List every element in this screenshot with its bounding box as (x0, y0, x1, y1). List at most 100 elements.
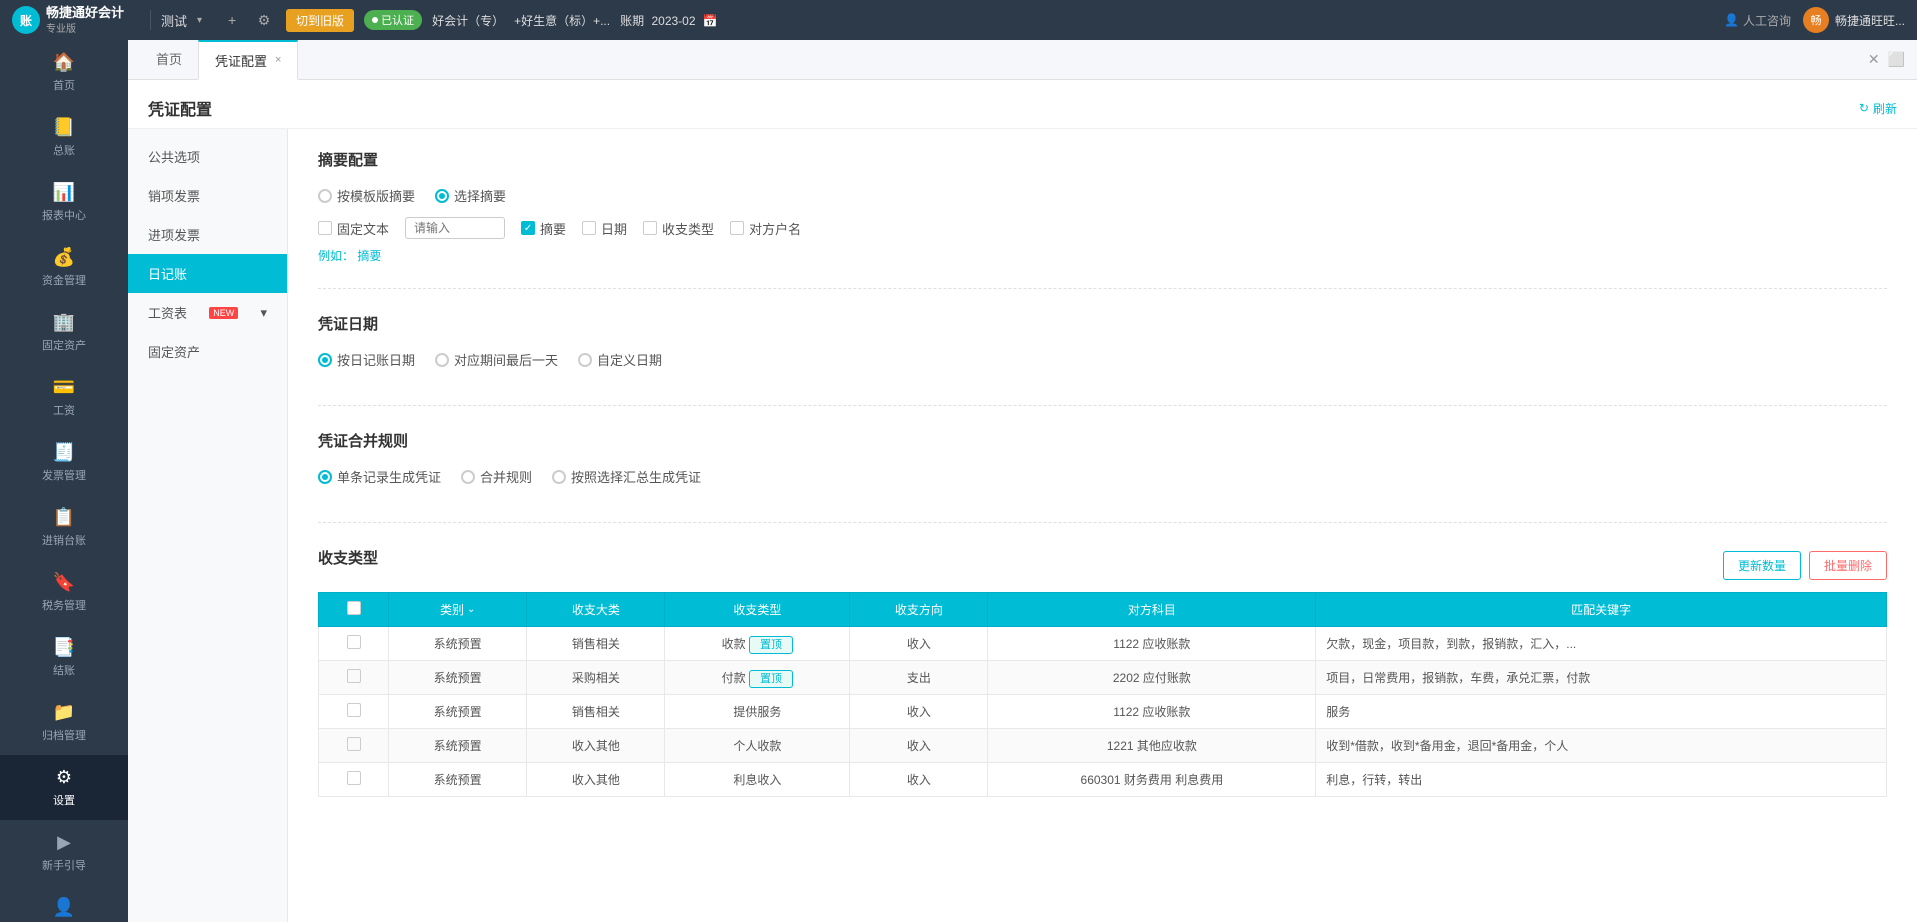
company-dropdown-icon[interactable]: ▾ (197, 15, 202, 26)
radio-merge_rule[interactable]: 合并规则 (461, 467, 532, 486)
period-calendar-icon[interactable]: 📅 (703, 14, 718, 28)
sidebar-item-finance[interactable]: 💰资金管理 (0, 235, 128, 300)
checkbox-summary[interactable]: ✓ 摘要 (521, 219, 566, 238)
left-nav-label-fixed_assets: 固定资产 (148, 342, 200, 361)
tab-bar-right: ✕ ⬜ (1868, 51, 1905, 68)
tab-voucher-config[interactable]: 凭证配置 × (198, 40, 298, 80)
badge-tag-1[interactable]: 置顶 (749, 670, 793, 688)
radio-circle-merge_rule (461, 470, 475, 484)
reports-icon: 📊 (53, 182, 75, 203)
sidebar-item-salary[interactable]: 💳工资 (0, 365, 128, 430)
sidebar-item-fixed_assets[interactable]: 🏢固定资产 (0, 300, 128, 365)
summary-radio-group: 按模板版摘要 选择摘要 (318, 186, 1887, 205)
add-button[interactable]: + (220, 8, 244, 32)
left-nav-label-purchase: 进项发票 (148, 225, 200, 244)
left-nav: 公共选项销项发票进项发票日记账工资表NEW▾ 固定资产 (128, 129, 288, 922)
cell-direction-3: 收入 (850, 729, 988, 763)
logo-icon: 账 (12, 6, 40, 34)
sidebar-item-purchase_sales[interactable]: 📋进销台账 (0, 495, 128, 560)
left-nav-fixed_assets[interactable]: 固定资产 (128, 332, 287, 371)
user-menu[interactable]: 畅 畅捷通旺旺... (1803, 7, 1905, 33)
radio-template[interactable]: 按模板版摘要 (318, 186, 415, 205)
cell-category-3: 系统预置 (389, 729, 527, 763)
radio-journal_date[interactable]: 按日记账日期 (318, 350, 415, 369)
cell-direction-0: 收入 (850, 627, 988, 661)
bulk-delete-button[interactable]: 批量删除 (1809, 551, 1887, 580)
checkbox-date[interactable]: 日期 (582, 219, 627, 238)
service-button[interactable]: 👤 人工咨询 (1724, 12, 1791, 29)
sidebar-item-guide[interactable]: ▶新手引导 (0, 820, 128, 885)
th-counterpart_account: 对方科目 (988, 593, 1316, 627)
merge-title: 凭证合并规则 (318, 430, 1887, 451)
tab-close-window-icon[interactable]: ✕ (1868, 51, 1880, 68)
radio-circle-period_last (435, 353, 449, 367)
switch-version-button[interactable]: 切到旧版 (286, 9, 354, 32)
sidebar-item-invoice_mgmt[interactable]: 🧾发票管理 (0, 430, 128, 495)
radio-circle-custom_date (578, 353, 592, 367)
cell-category-0: 系统预置 (389, 627, 527, 661)
table-row: 系统预置销售相关提供服务收入1122 应收账款服务 (319, 695, 1887, 729)
header-checkbox[interactable] (347, 601, 361, 615)
left-nav-sales[interactable]: 销项发票 (128, 176, 287, 215)
tax-icon: 🔖 (53, 572, 75, 593)
left-nav-salary_table[interactable]: 工资表NEW▾ (128, 293, 287, 332)
topbar-divider (150, 10, 151, 30)
cell-category-4: 系统预置 (389, 763, 527, 797)
badge-tag-0[interactable]: 置顶 (749, 636, 793, 654)
company-name: 测试 (161, 11, 187, 30)
settings-button[interactable]: ⚙ (252, 8, 276, 32)
cell-major-2: 销售相关 (527, 695, 665, 729)
checkbox-fixed-text[interactable]: 固定文本 (318, 219, 389, 238)
radio-circle-single (318, 470, 332, 484)
refresh-button[interactable]: ↻ 刷新 (1859, 100, 1897, 117)
update-quantity-button[interactable]: 更新数量 (1723, 551, 1801, 580)
sidebar-item-settlement[interactable]: 📑结账 (0, 625, 128, 690)
sidebar-item-home[interactable]: 🏠首页 (0, 40, 128, 105)
sidebar-item-archive[interactable]: 📁归档管理 (0, 690, 128, 755)
tab-home[interactable]: 首页 (140, 40, 198, 80)
cell-keywords-1: 项目，日常费用，报销款，车费，承兑汇票，付款 (1316, 661, 1887, 695)
tab-maximize-icon[interactable]: ⬜ (1888, 51, 1905, 68)
row-checkbox-0[interactable] (347, 635, 361, 649)
avatar: 畅 (1803, 7, 1829, 33)
radio-period_last[interactable]: 对应期间最后一天 (435, 350, 558, 369)
app-logo: 账 畅捷通好会计 专业版 (12, 5, 140, 36)
guide-icon: ▶ (57, 832, 71, 853)
left-nav-purchase[interactable]: 进项发票 (128, 215, 287, 254)
sidebar-item-ledger[interactable]: 📒总账 (0, 105, 128, 170)
cell-direction-1: 支出 (850, 661, 988, 695)
date-checkbox (582, 221, 596, 235)
row-checkbox-3[interactable] (347, 737, 361, 751)
cell-account-1: 2202 应付账款 (988, 661, 1316, 695)
tab-close-icon[interactable]: × (275, 54, 281, 66)
radio-single[interactable]: 单条记录生成凭证 (318, 467, 441, 486)
checkbox-type[interactable]: 收支类型 (643, 219, 714, 238)
fixed_assets-icon: 🏢 (53, 312, 75, 333)
fixed-text-input[interactable] (405, 217, 505, 239)
row-checkbox-2[interactable] (347, 703, 361, 717)
radio-custom_date[interactable]: 自定义日期 (578, 350, 662, 369)
sidebar-item-tax[interactable]: 🔖税务管理 (0, 560, 128, 625)
radio-circle-journal_date (318, 353, 332, 367)
cell-type-1: 付款 置顶 (665, 661, 850, 695)
sidebar-label-ledger: 总账 (53, 142, 75, 158)
row-checkbox-1[interactable] (347, 669, 361, 683)
archive-icon: 📁 (53, 702, 75, 723)
radio-label-merge_rule: 合并规则 (480, 467, 532, 486)
cell-direction-4: 收入 (850, 763, 988, 797)
sidebar-item-member[interactable]: 👤畅会员 (0, 885, 128, 922)
th-category: 类别⌄ (389, 593, 527, 627)
radio-select_total[interactable]: 按照选择汇总生成凭证 (552, 467, 701, 486)
summary-checkbox: ✓ (521, 221, 535, 235)
sidebar-item-settings[interactable]: ⚙设置 (0, 755, 128, 820)
left-nav-journal[interactable]: 日记账 (128, 254, 287, 293)
sidebar-item-reports[interactable]: 📊报表中心 (0, 170, 128, 235)
checkbox-counterpart[interactable]: 对方户名 (730, 219, 801, 238)
home-icon: 🏠 (53, 52, 75, 73)
th-type: 收支类型 (665, 593, 850, 627)
left-nav-public[interactable]: 公共选项 (128, 137, 287, 176)
radio-select-circle (435, 189, 449, 203)
row-checkbox-4[interactable] (347, 771, 361, 785)
sort-icon-category[interactable]: ⌄ (467, 604, 475, 615)
radio-select[interactable]: 选择摘要 (435, 186, 506, 205)
